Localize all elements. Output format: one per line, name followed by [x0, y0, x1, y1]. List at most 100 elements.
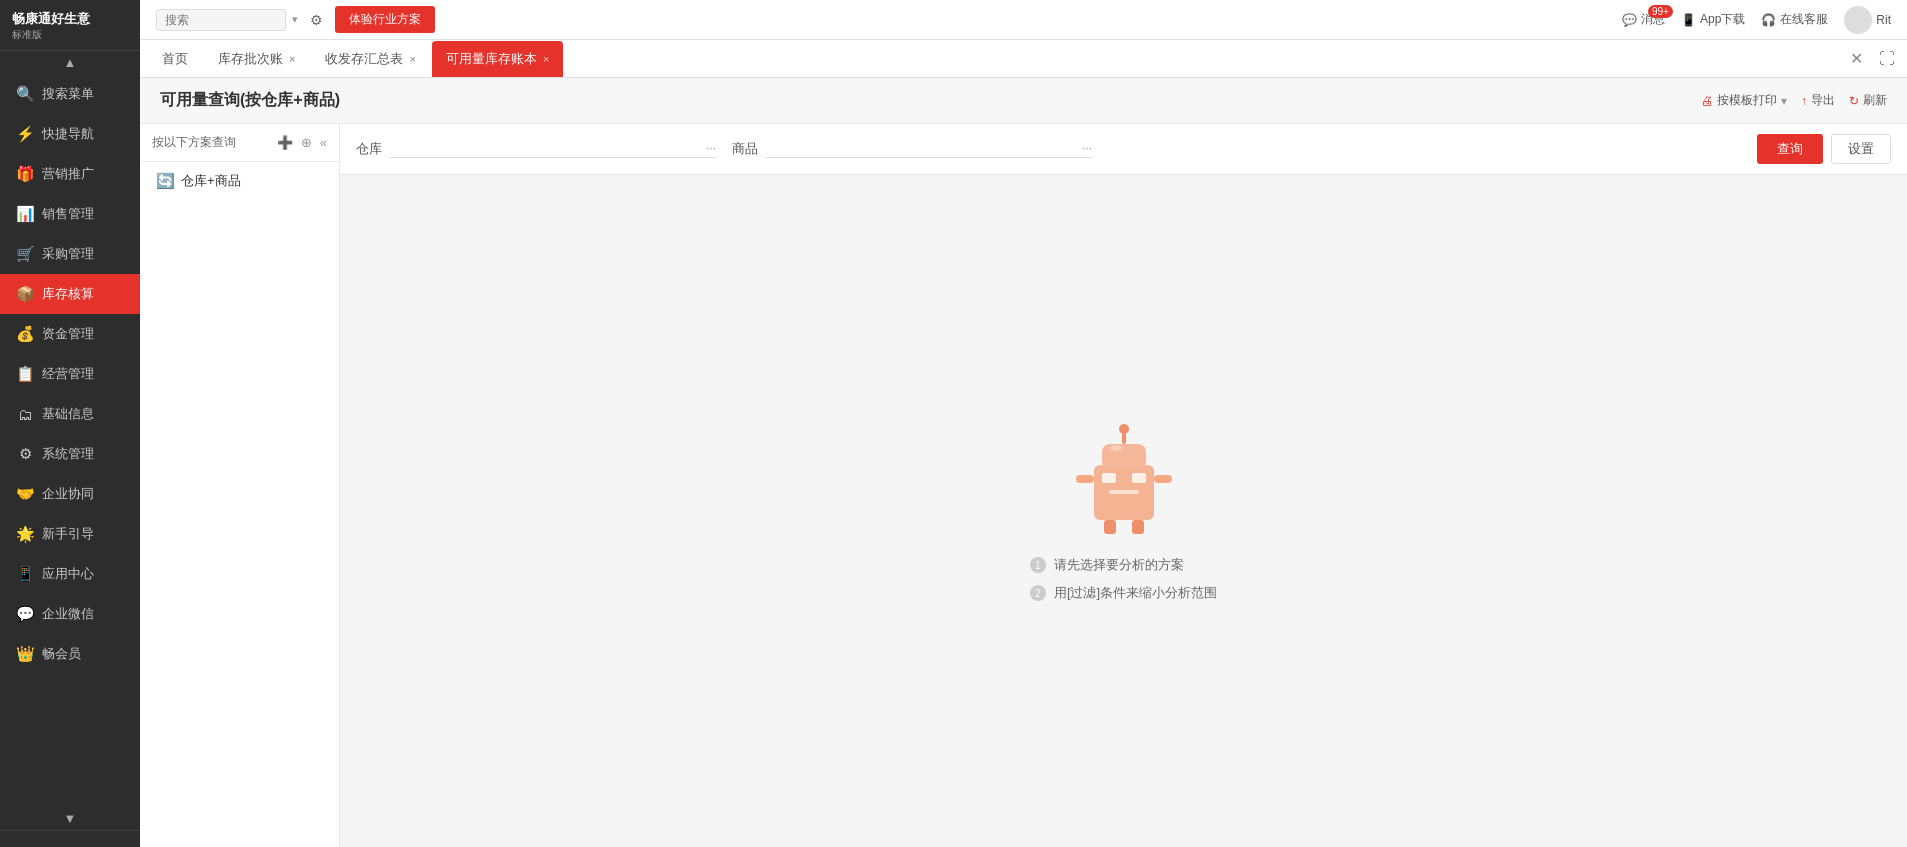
- warehouse-label: 仓库: [356, 140, 382, 158]
- print-icon: 🖨: [1701, 94, 1713, 108]
- online-service-btn[interactable]: 🎧 在线客服: [1761, 11, 1828, 28]
- tab-label-batch-ledger: 库存批次账: [218, 50, 283, 68]
- product-more-btn[interactable]: ···: [1082, 141, 1092, 155]
- sidebar-item-app-center[interactable]: 📱 应用中心: [0, 554, 140, 594]
- scheme-icon: 🔄: [156, 172, 175, 190]
- gear-icon[interactable]: ⚙: [310, 12, 323, 28]
- headset-icon: 🎧: [1761, 13, 1776, 27]
- product-label: 商品: [732, 140, 758, 158]
- messages-btn[interactable]: 💬 消息 99+: [1622, 11, 1665, 28]
- tip-item-2: 2 用[过滤]条件来缩小分析范围: [1030, 584, 1217, 602]
- sidebar-item-finance[interactable]: 💰 资金管理: [0, 314, 140, 354]
- settings-button[interactable]: 设置: [1831, 134, 1891, 164]
- print-btn[interactable]: 🖨 按模板打印 ▾: [1701, 92, 1787, 109]
- sidebar-item-inventory[interactable]: 📦库存核算: [0, 274, 140, 314]
- sidebar-label-search: 搜索菜单: [42, 85, 94, 103]
- sidebar-item-purchase[interactable]: 🛒采购管理: [0, 234, 140, 274]
- tip-text-2: 用[过滤]条件来缩小分析范围: [1054, 584, 1217, 602]
- topbar-right: 💬 消息 99+ 📱 App下载 🎧 在线客服 Rit: [1622, 6, 1891, 34]
- username-label: Rit: [1876, 13, 1891, 27]
- maximize-icon[interactable]: ⛶: [1875, 46, 1899, 72]
- sidebar-icon-inventory: 📦: [16, 285, 34, 303]
- tip-num-2: 2: [1030, 585, 1046, 601]
- close-window-icon[interactable]: ✕: [1846, 45, 1867, 72]
- scheme-item-warehouse-product[interactable]: 🔄 仓库+商品: [140, 162, 339, 200]
- search-input[interactable]: [156, 9, 286, 31]
- settings-scheme-icon[interactable]: ⊕: [301, 135, 312, 150]
- filter-row: 仓库 ··· 商品 ··· 查询 设置: [340, 124, 1907, 175]
- sidebar-label-wechat: 企业微信: [42, 605, 94, 623]
- sidebar-icon-search: 🔍: [16, 85, 34, 103]
- sidebar-logo-sub: 标准版: [12, 28, 128, 42]
- user-avatar[interactable]: Rit: [1844, 6, 1891, 34]
- print-chevron-icon[interactable]: ▾: [1781, 94, 1787, 108]
- message-badge: 99+: [1648, 5, 1673, 18]
- filter-actions: 查询 设置: [1757, 134, 1891, 164]
- tab-close-batch-ledger[interactable]: ×: [289, 53, 295, 65]
- svg-rect-2: [1132, 473, 1146, 483]
- topbar-search: ▾: [156, 9, 298, 31]
- sidebar-icon-basic-info: 🗂: [16, 406, 34, 423]
- sidebar-label-basic-info: 基础信息: [42, 405, 94, 423]
- warehouse-more-btn[interactable]: ···: [706, 141, 716, 155]
- sidebar-label-purchase: 采购管理: [42, 245, 94, 263]
- chevron-down-icon[interactable]: ▾: [292, 13, 298, 26]
- sidebar-label-finance: 资金管理: [42, 325, 94, 343]
- sidebar-item-quick-nav[interactable]: ⚡快捷导航: [0, 114, 140, 154]
- tab-batch-ledger[interactable]: 库存批次账 ×: [204, 41, 309, 77]
- left-panel-header: 按以下方案查询 ➕ ⊕ «: [140, 124, 339, 162]
- trial-btn[interactable]: 体验行业方案: [335, 6, 435, 33]
- query-button[interactable]: 查询: [1757, 134, 1823, 164]
- app-download-btn[interactable]: 📱 App下载: [1681, 11, 1745, 28]
- sidebar-item-search[interactable]: 🔍 搜索菜单: [0, 74, 140, 114]
- svg-rect-1: [1102, 473, 1116, 483]
- tip-item-1: 1 请先选择要分析的方案: [1030, 556, 1217, 574]
- sidebar-item-enterprise[interactable]: 🤝企业协同: [0, 474, 140, 514]
- sidebar-item-system[interactable]: ⚙系统管理: [0, 434, 140, 474]
- sidebar-item-marketing[interactable]: 🎁营销推广: [0, 154, 140, 194]
- product-filter: 商品 ···: [732, 140, 1092, 158]
- sidebar-nav: 🔍 搜索菜单 ⚡快捷导航🎁营销推广📊销售管理🛒采购管理📦库存核算 💰 资金管理 📋 经营管理…: [0, 74, 140, 807]
- sidebar-icon-operation: 📋: [16, 365, 34, 383]
- add-scheme-icon[interactable]: ➕: [277, 135, 293, 150]
- app-download-label: App下载: [1700, 11, 1745, 28]
- avatar: [1844, 6, 1872, 34]
- product-input-wrapper: ···: [766, 141, 1092, 158]
- sidebar-item-basic-info[interactable]: 🗂 基础信息: [0, 394, 140, 434]
- sidebar-icon-app-center: 📱: [16, 565, 34, 583]
- tab-receipt-summary[interactable]: 收发存汇总表×: [311, 41, 429, 77]
- tab-label-home: 首页: [162, 50, 188, 68]
- sidebar-icon-system: ⚙: [16, 445, 34, 463]
- warehouse-input[interactable]: [390, 141, 702, 155]
- sidebar-icon-enterprise: 🤝: [16, 485, 34, 503]
- sidebar-item-wechat[interactable]: 💬企业微信: [0, 594, 140, 634]
- sidebar-item-member[interactable]: 👑畅会员: [0, 634, 140, 674]
- sidebar-label-sales: 销售管理: [42, 205, 94, 223]
- sidebar-item-sales[interactable]: 📊销售管理: [0, 194, 140, 234]
- sidebar-icon-finance: 💰: [16, 325, 34, 343]
- sidebar-scroll-down[interactable]: ▼: [0, 807, 140, 830]
- product-input[interactable]: [766, 141, 1078, 155]
- tip-num-1: 1: [1030, 557, 1046, 573]
- tab-available-ledger[interactable]: 可用量库存账本×: [432, 41, 563, 77]
- svg-rect-7: [1154, 475, 1172, 483]
- tab-home[interactable]: 首页: [148, 41, 202, 77]
- sidebar-bottom: [0, 830, 140, 847]
- sidebar: 畅康通好生意 标准版 ▲ 🔍 搜索菜单 ⚡快捷导航🎁营销推广📊销售管理🛒采购管理📦库…: [0, 0, 140, 847]
- refresh-btn[interactable]: ↻ 刷新: [1849, 92, 1887, 109]
- tab-close-available-ledger[interactable]: ×: [543, 53, 549, 65]
- sidebar-label-operation: 经营管理: [42, 365, 94, 383]
- empty-state: 1 请先选择要分析的方案 2 用[过滤]条件来缩小分析范围: [340, 175, 1907, 847]
- sidebar-item-new-guide[interactable]: 🌟新手引导: [0, 514, 140, 554]
- sidebar-scroll-up[interactable]: ▲: [0, 51, 140, 74]
- export-btn[interactable]: ↑ 导出: [1801, 92, 1835, 109]
- sidebar-logo: 畅康通好生意 标准版: [0, 0, 140, 51]
- main-area: ▾ ⚙ 体验行业方案 💬 消息 99+ 📱 App下载 🎧 在线客服 Rit: [140, 0, 1907, 847]
- export-icon: ↑: [1801, 94, 1807, 108]
- content-area: 按以下方案查询 ➕ ⊕ « 🔄 仓库+商品 仓库 ···: [140, 124, 1907, 847]
- sidebar-icon-marketing: 🎁: [16, 165, 34, 183]
- sidebar-label-app-center: 应用中心: [42, 565, 94, 583]
- collapse-icon[interactable]: «: [320, 135, 327, 150]
- tab-close-receipt-summary[interactable]: ×: [409, 53, 415, 65]
- sidebar-item-operation[interactable]: 📋 经营管理: [0, 354, 140, 394]
